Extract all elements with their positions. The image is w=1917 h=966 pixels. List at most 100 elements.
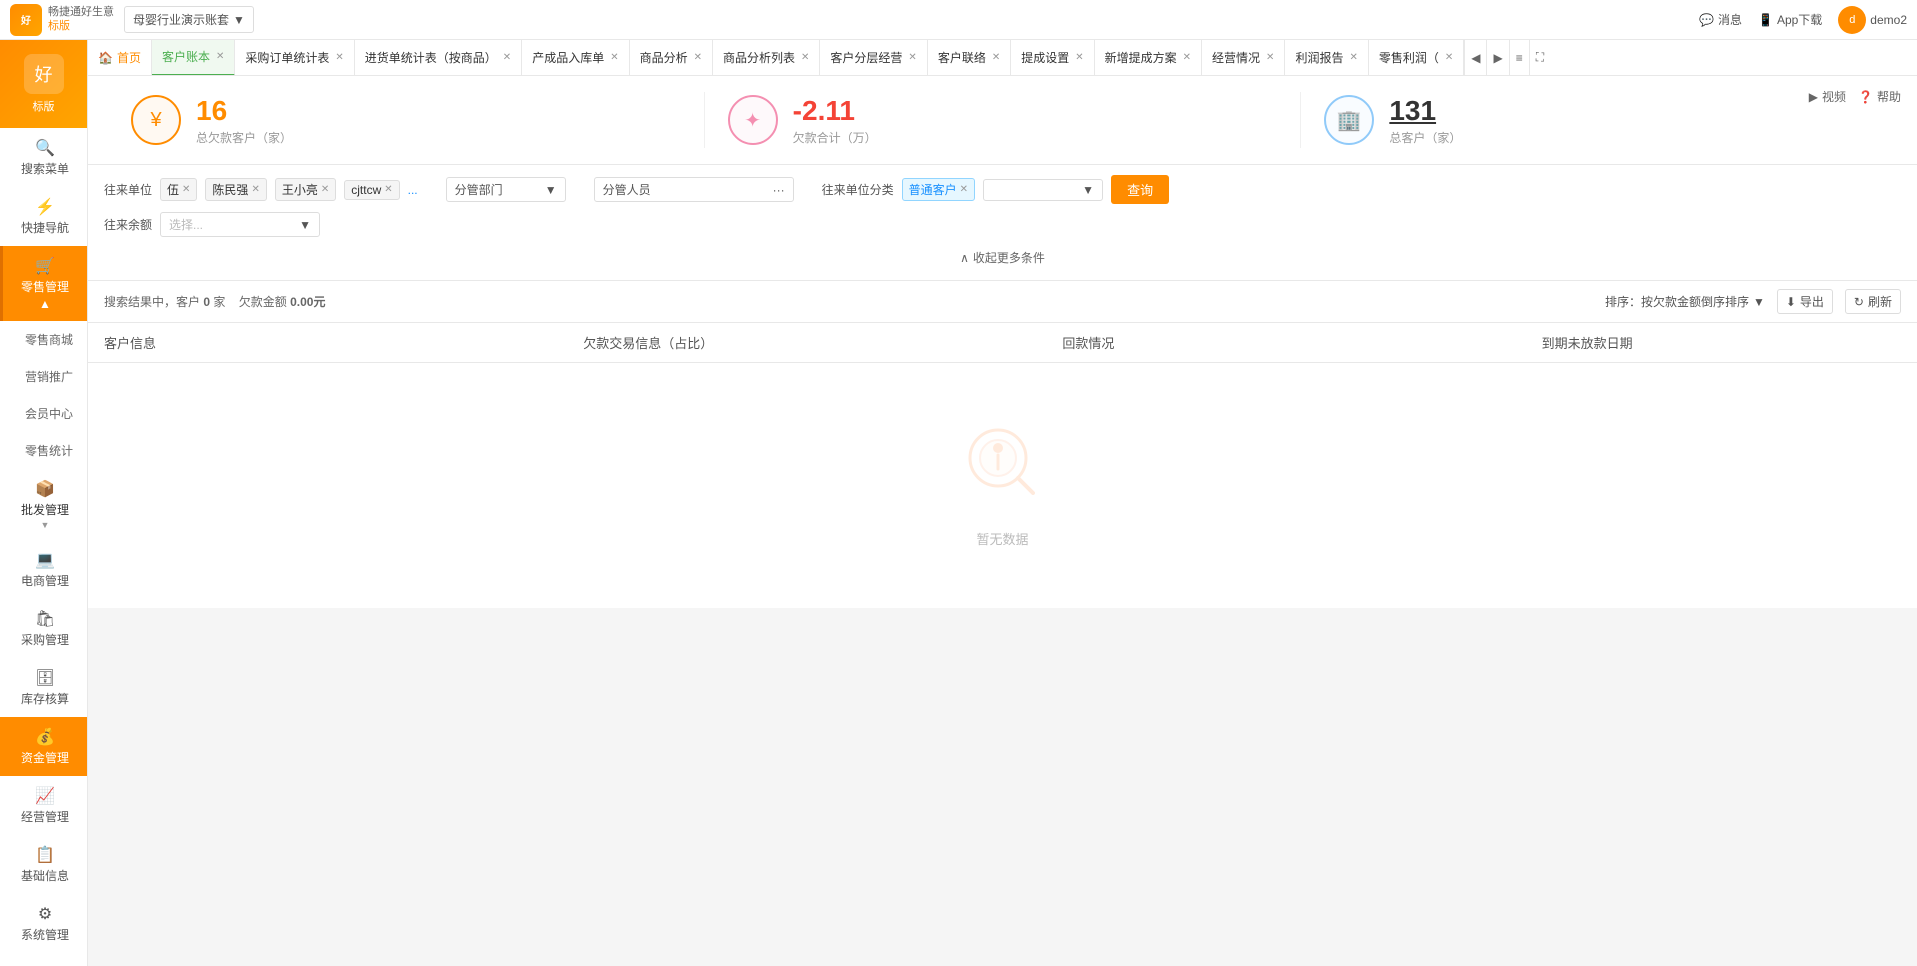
tag-close-cjttcw[interactable]: ✕ xyxy=(384,184,392,195)
tab-close-icon[interactable]: ✕ xyxy=(1183,52,1191,63)
stat-block-customers: ¥ 16 总欠款客户（家） xyxy=(108,92,705,148)
tab-close-icon[interactable]: ✕ xyxy=(992,52,1000,63)
tab-close-icon[interactable]: ✕ xyxy=(801,52,809,63)
sidebar-item-retail-manage[interactable]: 🛒 零售管理 ▲ xyxy=(0,246,87,321)
page-content: ▶ 视频 ❓ 帮助 ¥ 16 xyxy=(88,76,1917,966)
tab-customer-contact[interactable]: 客户联络 ✕ xyxy=(928,40,1011,76)
avatar: d xyxy=(1838,6,1866,34)
tab-profit-report[interactable]: 利润报告 ✕ xyxy=(1285,40,1368,76)
sidebar-item-wholesale[interactable]: 📦 批发管理 ▼ xyxy=(0,469,87,540)
tab-product-storage[interactable]: 产成品入库单 ✕ xyxy=(522,40,629,76)
collapse-filter[interactable]: ∧ 收起更多条件 xyxy=(104,245,1901,270)
stats-actions: ▶ 视频 ❓ 帮助 xyxy=(1809,88,1901,105)
sidebar-item-collab[interactable]: 🤝 企业协同 xyxy=(0,953,87,966)
tab-close-icon[interactable]: ✕ xyxy=(1075,52,1083,63)
col-header-debt-info: 欠款交易信息（占比） xyxy=(583,333,1062,352)
cart-icon: 🛒 xyxy=(35,256,55,276)
tag-close-wang[interactable]: ✕ xyxy=(321,184,329,195)
sidebar-item-search[interactable]: 🔍 搜索菜单 xyxy=(0,128,87,187)
table-container: 客户信息 欠款交易信息（占比） 回款情况 到期未放款日期 xyxy=(88,323,1917,608)
dept-filter[interactable]: 分管部门 ▼ xyxy=(446,177,566,202)
tab-product-analysis-list[interactable]: 商品分析列表 ✕ xyxy=(713,40,820,76)
sidebar-item-system[interactable]: ⚙ 系统管理 xyxy=(0,894,87,953)
lightning-icon: ⚡ xyxy=(35,197,55,217)
logo-text: 畅捷通好生意 标版 xyxy=(48,6,114,32)
tab-nav-more[interactable]: ≡ xyxy=(1509,40,1529,76)
tab-bar: 🏠 首页 客户账本 ✕ 采购订单统计表 ✕ 进货单统计表（按商品） ✕ 产成品入… xyxy=(88,40,1917,76)
tab-close-icon[interactable]: ✕ xyxy=(908,52,916,63)
account-dropdown[interactable]: 母婴行业演示账套 ▼ xyxy=(124,6,254,33)
balance-select[interactable]: 选择... ▼ xyxy=(160,212,320,237)
tab-home[interactable]: 🏠 首页 xyxy=(88,40,152,76)
sort-select[interactable]: 排序：按欠款金额倒序排序 ▼ xyxy=(1605,293,1765,310)
person-more-icon: ··· xyxy=(773,183,785,197)
tab-incoming-stats[interactable]: 进货单统计表（按商品） ✕ xyxy=(355,40,522,76)
help-button[interactable]: ❓ 帮助 xyxy=(1858,88,1901,105)
tab-close-icon[interactable]: ✕ xyxy=(216,51,224,62)
sidebar-item-members[interactable]: 会员中心 xyxy=(0,395,87,432)
box-icon: 📦 xyxy=(35,479,55,499)
sidebar-logo: 好 标版 xyxy=(0,40,87,128)
user-menu[interactable]: d demo2 xyxy=(1838,6,1907,34)
export-icon: ⬇ xyxy=(1786,295,1796,309)
message-button[interactable]: 💬 消息 xyxy=(1699,11,1742,28)
unit-type-dropdown[interactable]: ▼ xyxy=(983,179,1103,201)
tab-nav-next[interactable]: ▶ xyxy=(1486,40,1508,76)
sidebar-item-retail-stats[interactable]: 零售统计 xyxy=(0,432,87,469)
tab-close-icon[interactable]: ✕ xyxy=(694,52,702,63)
query-button[interactable]: 查询 xyxy=(1111,175,1169,204)
stat-label-total: 总客户（家） xyxy=(1389,129,1461,146)
tab-add-commission[interactable]: 新增提成方案 ✕ xyxy=(1095,40,1202,76)
sidebar-item-basic-info[interactable]: 📋 基础信息 xyxy=(0,835,87,894)
table-body: 暂无数据 xyxy=(88,363,1917,608)
tab-close-icon[interactable]: ✕ xyxy=(1349,52,1357,63)
clipboard-icon: 📋 xyxy=(35,845,55,865)
sidebar-item-purchase[interactable]: 🛍 采购管理 xyxy=(0,599,87,658)
tag-close-wu[interactable]: ✕ xyxy=(182,184,190,195)
filter-tag-cjttcw: cjttcw ✕ xyxy=(344,180,399,200)
refresh-button[interactable]: ↻ 刷新 xyxy=(1845,289,1901,314)
sidebar-logo-icon: 好 xyxy=(24,54,64,94)
sidebar-item-retail-mall[interactable]: 零售商城 xyxy=(0,321,87,358)
tab-operations[interactable]: 经营情况 ✕ xyxy=(1202,40,1285,76)
filter-more-tags[interactable]: ... xyxy=(408,183,418,197)
stat-value-total: 131 xyxy=(1389,95,1461,127)
gear-icon: ⚙ xyxy=(38,904,52,924)
logo-icon: 好 xyxy=(10,4,42,36)
tab-customer-tier[interactable]: 客户分层经营 ✕ xyxy=(820,40,927,76)
tab-nav-prev[interactable]: ◀ xyxy=(1464,40,1486,76)
person-filter[interactable]: 分管人员 ··· xyxy=(594,177,794,202)
tag-close-common[interactable]: ✕ xyxy=(960,184,968,195)
export-button[interactable]: ⬇ 导出 xyxy=(1777,289,1833,314)
money-circle-icon: ¥ xyxy=(131,95,181,145)
sidebar-item-finance[interactable]: 💰 资金管理 xyxy=(0,717,87,776)
sidebar-item-inventory[interactable]: 🗄 库存核算 xyxy=(0,658,87,717)
sidebar-item-operations[interactable]: 📈 经营管理 xyxy=(0,776,87,835)
filter-tag-chen: 陈民强 ✕ xyxy=(205,178,266,201)
tag-close-chen[interactable]: ✕ xyxy=(251,184,259,195)
stat-label-customers: 总欠款客户（家） xyxy=(196,129,292,146)
filter-tag-common-customer: 普通客户 ✕ xyxy=(902,178,975,201)
tab-purchase-order[interactable]: 采购订单统计表 ✕ xyxy=(235,40,354,76)
filter-area: 往来单位 伍 ✕ 陈民强 ✕ 王小亮 ✕ xyxy=(88,165,1917,281)
refresh-icon: ↻ xyxy=(1854,295,1864,309)
tab-customer-account[interactable]: 客户账本 ✕ xyxy=(152,40,235,76)
tab-close-icon[interactable]: ✕ xyxy=(503,52,511,63)
search-result-info: 搜索结果中，客户 0 家 欠款金额 0.00元 xyxy=(104,293,325,310)
tab-close-icon[interactable]: ✕ xyxy=(1445,52,1453,63)
sidebar-item-marketing[interactable]: 营销推广 xyxy=(0,358,87,395)
unit-type-dropdown-icon: ▼ xyxy=(1082,183,1094,197)
video-button[interactable]: ▶ 视频 xyxy=(1809,88,1846,105)
app-container: 好 畅捷通好生意 标版 母婴行业演示账套 ▼ 💬 消息 📱 App下载 d de… xyxy=(0,0,1917,966)
tab-product-analysis[interactable]: 商品分析 ✕ xyxy=(630,40,713,76)
tab-close-icon[interactable]: ✕ xyxy=(610,52,618,63)
tab-nav-expand[interactable]: ⛶ xyxy=(1529,40,1550,76)
sidebar-item-ecommerce[interactable]: 💻 电商管理 xyxy=(0,540,87,599)
tab-close-icon[interactable]: ✕ xyxy=(1266,52,1274,63)
tab-commission-settings[interactable]: 提成设置 ✕ xyxy=(1011,40,1094,76)
tab-close-icon[interactable]: ✕ xyxy=(335,52,343,63)
tab-retail-profit[interactable]: 零售利润（ ✕ xyxy=(1369,40,1464,76)
sidebar-item-quick-nav[interactable]: ⚡ 快捷导航 xyxy=(0,187,87,246)
app-download-button[interactable]: 📱 App下载 xyxy=(1758,11,1822,28)
computer-icon: 💻 xyxy=(35,550,55,570)
